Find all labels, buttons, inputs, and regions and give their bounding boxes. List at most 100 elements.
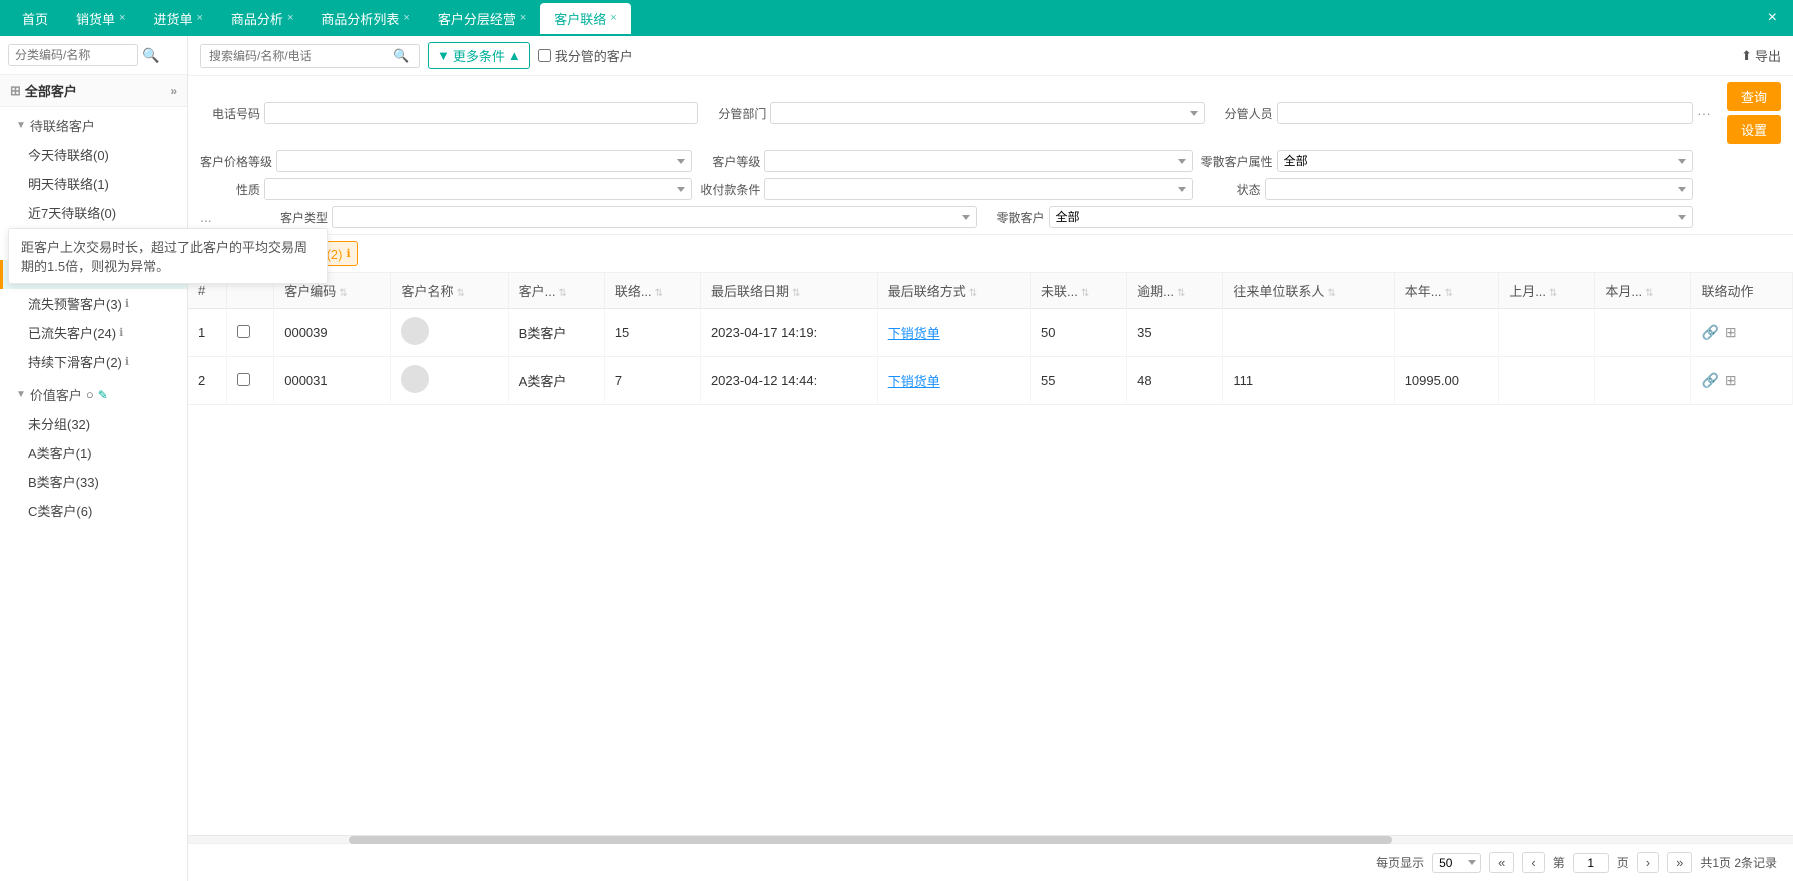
payment-select[interactable] [764,178,1192,200]
sidebar-item-already-lost[interactable]: 已流失客户(24) ℹ [0,318,187,347]
nav-item-product-analysis[interactable]: 商品分析 × [217,3,307,34]
next-page-button[interactable]: › [1637,852,1659,873]
filter-search-input[interactable] [209,49,389,63]
prev-page-button[interactable]: ‹ [1522,852,1544,873]
manager-input[interactable] [1277,102,1693,124]
col-this-month: 本月...⇅ [1595,273,1691,309]
nav-item-sales[interactable]: 销货单 × [62,3,139,34]
sort-this-year-icon[interactable]: ⇅ [1445,288,1453,299]
cell-category: A类客户 [508,357,604,405]
sidebar-pending-title[interactable]: ▼ 待联络客户 [0,111,187,140]
filter-search-icon[interactable]: 🔍 [393,48,409,64]
last-method-link[interactable]: 下销货单 [888,374,940,389]
query-button[interactable]: 查询 [1727,82,1781,111]
sort-code-icon[interactable]: ⇅ [339,288,347,299]
sidebar-all-customers-header[interactable]: ⊞ 全部客户 » [0,75,187,107]
customer-level-select[interactable] [764,150,1192,172]
nav-item-home[interactable]: 首页 [8,3,62,34]
manager-dots-icon[interactable]: ··· [1697,105,1711,121]
sidebar-item-class-c[interactable]: C类客户(6) [0,496,187,525]
top-navigation: 首页 销货单 × 进货单 × 商品分析 × 商品分析列表 × 客户分层经营 × … [0,0,1793,36]
sidebar-item-tomorrow[interactable]: 明天待联络(1) [0,169,187,198]
sidebar-item-class-b[interactable]: B类客户(33) [0,467,187,496]
col-uncontacted: 未联...⇅ [1031,273,1127,309]
close-customer-contact-icon[interactable]: × [610,12,616,24]
filter-search-box: 🔍 [200,44,420,68]
sort-name-icon[interactable]: ⇅ [456,288,464,299]
cell-checkbox[interactable] [227,309,274,357]
sort-last-month-icon[interactable]: ⇅ [1549,288,1557,299]
sidebar-item-class-a[interactable]: A类客户(1) [0,438,187,467]
filter-retail-attr-field: 零散客户属性 全部 [1201,150,1693,172]
dept-select[interactable] [770,102,1204,124]
close-sales-icon[interactable]: × [119,12,125,24]
per-page-label: 每页显示 [1376,854,1424,871]
first-page-button[interactable]: « [1489,852,1514,873]
status-select[interactable] [1265,178,1693,200]
retail-attr-select[interactable]: 全部 [1277,150,1693,172]
export-button[interactable]: ⬆ 导出 [1741,46,1781,65]
page-input[interactable] [1573,853,1609,873]
cell-checkbox[interactable] [227,357,274,405]
filter-row-3: 性质 收付款条件 状态 [200,178,1781,200]
sort-contact-person-icon[interactable]: ⇅ [1327,288,1335,299]
sort-overdue-icon[interactable]: ⇅ [1177,288,1185,299]
data-table-wrap: # 客户编码⇅ 客户名称⇅ 客户...⇅ 联络...⇅ 最后联络日期⇅ 最后联络… [188,273,1793,835]
sidebar-item-lost-warning[interactable]: 流失预警客户(3) ℹ [0,289,187,318]
sidebar-value-header[interactable]: ▼ 价值客户 ○ ✎ [0,380,187,409]
horizontal-scrollbar-track[interactable] [188,835,1793,843]
sort-this-month-icon[interactable]: ⇅ [1645,288,1653,299]
filter-payment-field: 收付款条件 [700,178,1192,200]
cell-uncontacted: 55 [1031,357,1127,405]
action-grid-icon[interactable]: ⊞ [1725,372,1737,389]
sidebar-item-today[interactable]: 今天待联络(0) [0,140,187,169]
last-method-link[interactable]: 下销货单 [888,326,940,341]
per-page-select[interactable]: 50 20 100 [1432,853,1481,873]
nav-item-customer-tier[interactable]: 客户分层经营 × [424,3,540,34]
my-customers-checkbox-area[interactable]: 我分管的客户 [538,46,633,65]
close-product-analysis-icon[interactable]: × [287,12,293,24]
sort-uncontacted-icon[interactable]: ⇅ [1081,288,1089,299]
sort-contact-icon[interactable]: ⇅ [655,288,663,299]
price-level-select[interactable] [276,150,692,172]
nav-item-product-list[interactable]: 商品分析列表 × [307,3,423,34]
more-conditions-button[interactable]: ▼ 更多条件 ▲ [428,42,530,69]
sidebar-search-button[interactable]: 🔍 [142,47,159,64]
sidebar-search-input[interactable] [8,44,138,66]
sort-last-date-icon[interactable]: ⇅ [792,288,800,299]
horizontal-scrollbar-thumb[interactable] [349,836,1392,844]
customer-level-label: 客户等级 [700,153,760,170]
close-customer-tier-icon[interactable]: × [520,12,526,24]
sort-last-method-icon[interactable]: ⇅ [969,288,977,299]
action-grid-icon[interactable]: ⊞ [1725,324,1737,341]
lost-warning-info-icon: ℹ [125,297,129,310]
close-product-list-icon[interactable]: × [403,12,409,24]
action-link-icon[interactable]: 🔗 [1701,372,1718,389]
gender-select[interactable] [264,178,692,200]
phone-input[interactable] [264,102,698,124]
sidebar-item-continuous-down[interactable]: 持续下滑客户(2) ℹ [0,347,187,376]
value-edit-icon[interactable]: ✎ [98,388,108,402]
close-all-button[interactable]: × [1760,9,1785,27]
col-last-method: 最后联络方式⇅ [877,273,1030,309]
my-customers-checkbox[interactable] [538,49,551,62]
extended-filter: 电话号码 分管部门 分管人员 ··· 查询 设置 [188,76,1793,235]
repurchase-tooltip: 距客户上次交易时长，超过了此客户的平均交易周期的1.5倍，则视为异常。 [188,228,328,284]
cell-this-year: 10995.00 [1394,357,1498,405]
filter-customer-level-field: 客户等级 [700,150,1192,172]
customer-type-select[interactable] [332,206,977,228]
sidebar-collapse-icon[interactable]: » [170,84,177,98]
last-page-button[interactable]: » [1667,852,1692,873]
sort-category-icon[interactable]: ⇅ [559,288,567,299]
action-link-icon[interactable]: 🔗 [1701,324,1718,341]
settings-button[interactable]: 设置 [1727,115,1781,144]
main-layout: 🔍 ⊞ 全部客户 » ▼ 待联络客户 今天待联络(0) 明天待联络(1) 近7天… [0,36,1793,881]
retail-customer-label: 零散客户 [985,209,1045,226]
close-purchase-icon[interactable]: × [196,12,202,24]
cell-last-month [1499,357,1595,405]
retail-customer-select[interactable]: 全部 [1049,206,1694,228]
nav-item-customer-contact[interactable]: 客户联络 × [540,3,630,34]
sidebar-item-7days[interactable]: 近7天待联络(0) [0,198,187,227]
nav-item-purchase[interactable]: 进货单 × [139,3,216,34]
sidebar-item-unclassified[interactable]: 未分组(32) [0,409,187,438]
